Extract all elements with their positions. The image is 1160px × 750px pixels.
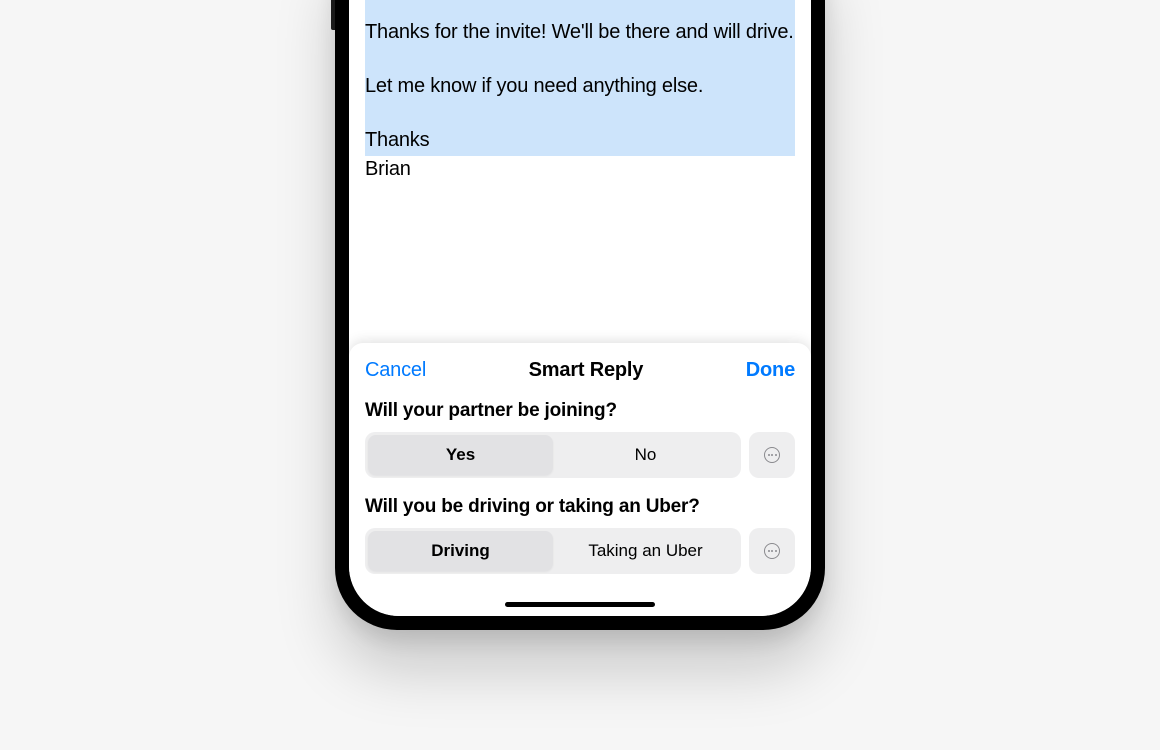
question-label: Will your partner be joining? — [365, 400, 795, 422]
home-indicator[interactable] — [505, 602, 655, 607]
question-transport: Will you be driving or taking an Uber? D… — [365, 496, 795, 574]
question-partner: Will your partner be joining? Yes No — [365, 400, 795, 478]
smart-reply-sheet: Cancel Smart Reply Done Will your partne… — [349, 343, 811, 616]
segmented-control-partner: Yes No — [365, 432, 741, 478]
message-selection: Hi Jasmine Thanks for the invite! We'll … — [365, 0, 795, 156]
phone-frame: Hi Jasmine Thanks for the invite! We'll … — [335, 0, 825, 630]
question-label: Will you be driving or taking an Uber? — [365, 496, 795, 518]
sheet-title: Smart Reply — [529, 359, 644, 382]
phone-screen: Hi Jasmine Thanks for the invite! We'll … — [349, 0, 811, 616]
ellipsis-circle-icon — [764, 447, 780, 463]
phone-side-button — [331, 0, 335, 30]
option-yes[interactable]: Yes — [368, 435, 553, 475]
message-closing: Thanks — [365, 127, 795, 154]
message-paragraph-2: Let me know if you need anything else. — [365, 73, 795, 100]
option-uber[interactable]: Taking an Uber — [553, 531, 738, 571]
sheet-header: Cancel Smart Reply Done — [365, 359, 795, 382]
more-options-button[interactable] — [749, 528, 795, 574]
message-body[interactable]: Hi Jasmine Thanks for the invite! We'll … — [349, 0, 811, 193]
ellipsis-circle-icon — [764, 543, 780, 559]
option-driving[interactable]: Driving — [368, 531, 553, 571]
option-no[interactable]: No — [553, 435, 738, 475]
more-options-button[interactable] — [749, 432, 795, 478]
message-signature: Brian — [365, 156, 795, 183]
done-button[interactable]: Done — [746, 359, 795, 382]
message-paragraph-1: Thanks for the invite! We'll be there an… — [365, 19, 795, 46]
segmented-control-transport: Driving Taking an Uber — [365, 528, 741, 574]
cancel-button[interactable]: Cancel — [365, 359, 426, 382]
